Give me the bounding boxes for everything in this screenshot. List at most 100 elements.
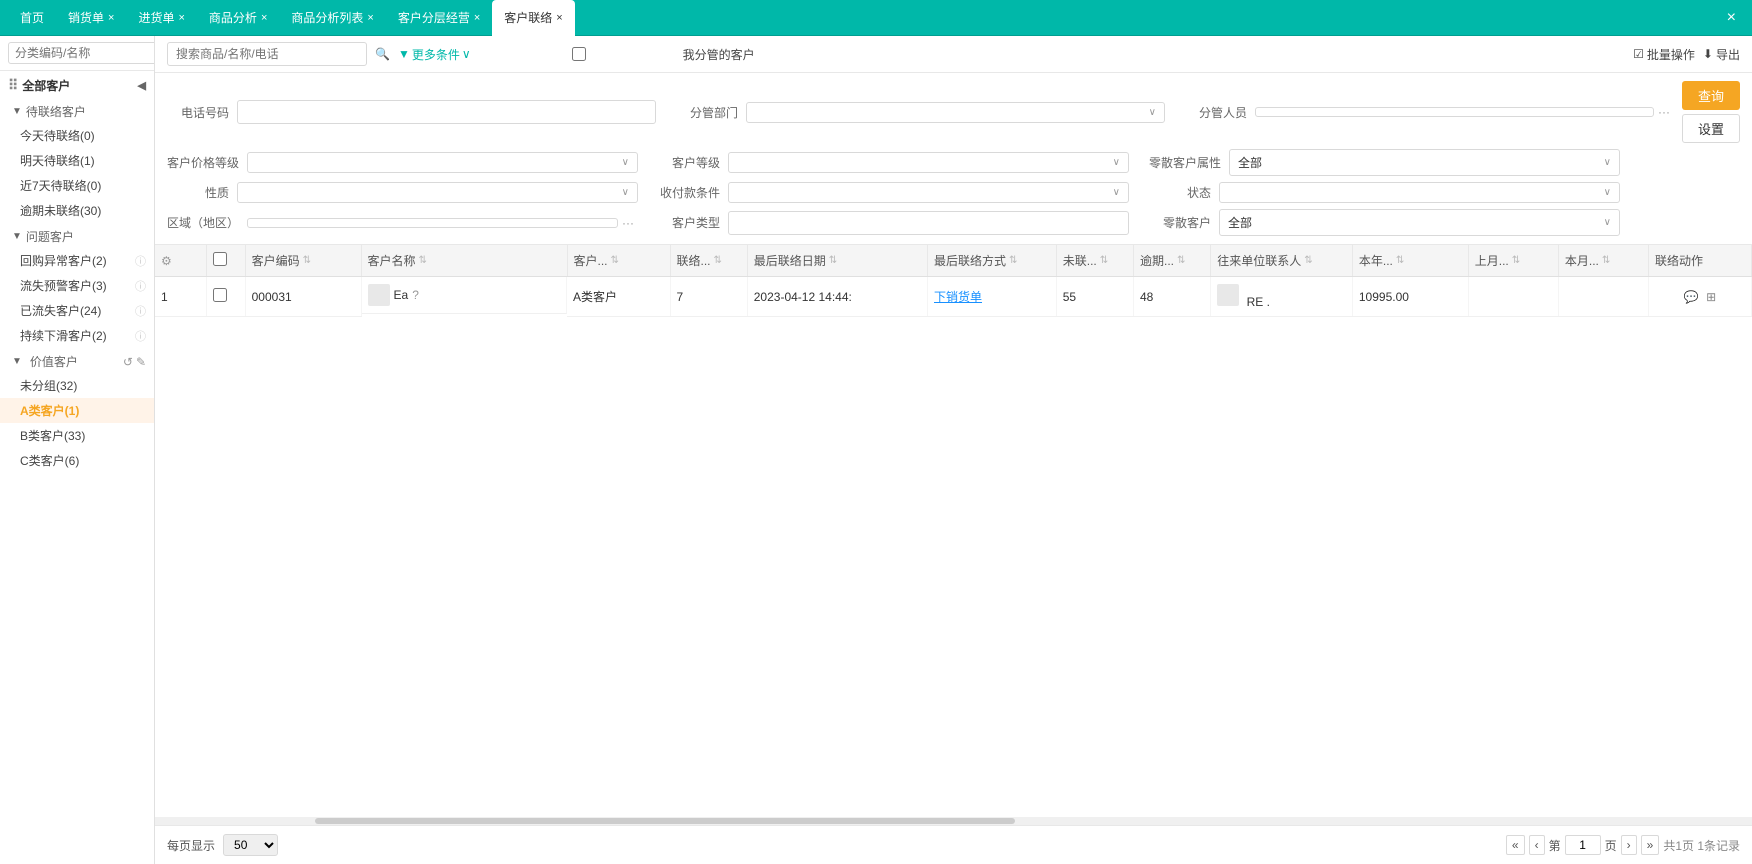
nav-purchase[interactable]: 进货单 × (126, 0, 196, 36)
select-all-checkbox[interactable] (213, 252, 227, 266)
row-checkbox[interactable] (213, 288, 227, 302)
lastdate-sort-icon[interactable]: ⇅ (829, 255, 837, 266)
prev-page-btn[interactable]: ‹ (1529, 835, 1545, 855)
my-customers-check[interactable] (479, 47, 679, 61)
next-page-btn[interactable]: › (1621, 835, 1637, 855)
nav-close-customer-tier[interactable]: × (474, 12, 480, 24)
page-number-input[interactable] (1565, 835, 1601, 855)
gear-icon[interactable]: ⚙ (161, 254, 172, 268)
sidebar-item-7days[interactable]: 近7天待联络(0) (0, 173, 154, 198)
close-all-btn[interactable]: × (1719, 9, 1744, 27)
sidebar-item-c-class[interactable]: C类客户(6) (0, 448, 154, 473)
price-grade-select[interactable]: ∨ (247, 152, 638, 173)
payment-select[interactable]: ∨ (728, 182, 1129, 203)
filter-row-2: 客户价格等级 ∨ 客户等级 ∨ 零散客户属性 全部 (167, 149, 1740, 176)
person-select[interactable] (1255, 107, 1654, 117)
type-sort-icon[interactable]: ⇅ (611, 255, 619, 266)
filter-row-1: 电话号码 分管部门 ∨ 分管人员 ··· (167, 81, 1740, 143)
thismonth-sort-icon[interactable]: ⇅ (1602, 255, 1610, 266)
sidebar-item-churned[interactable]: 已流失客户(24) ⓘ (0, 298, 154, 323)
overdue-sort-icon[interactable]: ⇅ (1177, 255, 1185, 266)
lastmonth-sort-icon[interactable]: ⇅ (1512, 255, 1520, 266)
refresh-icon[interactable]: ↺ (123, 355, 133, 369)
region-dots[interactable]: ··· (618, 216, 638, 230)
region-select[interactable] (247, 218, 618, 228)
sidebar-section-value[interactable]: ▼ 价值客户 ↺ ✎ (0, 348, 154, 373)
sidebar-section-problem[interactable]: ▼ 问题客户 (0, 223, 154, 248)
customer-grade-select[interactable]: ∨ (728, 152, 1129, 173)
qr-icon[interactable]: ⊞ (1706, 290, 1716, 304)
sidebar-all-customers[interactable]: ⠿ 全部客户 ◀ (0, 71, 154, 98)
phone-input[interactable] (237, 100, 656, 124)
sidebar-item-a-class[interactable]: A类客户(1) (0, 398, 154, 423)
sidebar-item-overdue[interactable]: 逾期未联络(30) (0, 198, 154, 223)
batch-ops-btn[interactable]: ☑ 批量操作 (1633, 46, 1695, 63)
settings-btn[interactable]: 设置 (1682, 114, 1740, 143)
filter-cell-person: 分管人员 ··· (1165, 104, 1674, 121)
customer-avatar (368, 284, 390, 306)
nav-customer-contact[interactable]: 客户联络 × (492, 0, 574, 36)
edit-icon[interactable]: ✎ (136, 355, 146, 369)
dept-select-arrow: ∨ (1149, 107, 1156, 118)
first-page-btn[interactable]: « (1506, 835, 1525, 855)
customer-type-input[interactable] (728, 211, 1129, 235)
action-buttons: 查询 设置 (1674, 81, 1740, 143)
scrollbar-thumb[interactable] (315, 818, 1015, 824)
nature-select[interactable]: ∨ (237, 182, 638, 203)
customer-grade-label: 客户等级 (658, 154, 728, 171)
dept-select[interactable]: ∨ (746, 102, 1165, 123)
sidebar-item-repurchase[interactable]: 回购异常客户(2) ⓘ (0, 248, 154, 273)
filter-cell-customer-type: 客户类型 (638, 211, 1129, 235)
cell-contact: 7 (670, 277, 747, 317)
top-nav: 首页 销货单 × 进货单 × 商品分析 × 商品分析列表 × 客户分层经营 × … (0, 0, 1752, 36)
sidebar-collapse-btn[interactable]: ◀ (138, 79, 146, 92)
code-sort-icon[interactable]: ⇅ (303, 255, 311, 266)
table-area: ⚙ 客户编码 ⇅ 客户名称 (155, 245, 1752, 817)
sidebar-section-pending[interactable]: ▼ 待联络客户 (0, 98, 154, 123)
price-grade-arrow: ∨ (622, 157, 629, 168)
per-page-select[interactable]: 50 100 200 (223, 834, 278, 856)
nav-analysis[interactable]: 商品分析 × (197, 0, 279, 36)
export-btn[interactable]: ⬇ 导出 (1703, 46, 1740, 63)
region-label: 区域（地区） (167, 214, 247, 231)
nav-close-sales[interactable]: × (108, 12, 114, 24)
sidebar-item-churn-warn[interactable]: 流失预警客户(3) ⓘ (0, 273, 154, 298)
nav-close-purchase[interactable]: × (178, 12, 184, 24)
retail-label: 零散客户 (1149, 214, 1219, 231)
search-input[interactable] (167, 42, 367, 66)
lastmethod-sort-icon[interactable]: ⇅ (1009, 255, 1017, 266)
my-customers-checkbox[interactable]: 我分管的客户 (479, 46, 755, 63)
sidebar-item-tomorrow[interactable]: 明天待联络(1) (0, 148, 154, 173)
nav-sales[interactable]: 销货单 × (56, 0, 126, 36)
status-select[interactable]: ∨ (1219, 182, 1620, 203)
sidebar-item-b-class[interactable]: B类客户(33) (0, 423, 154, 448)
nav-customer-tier[interactable]: 客户分层经营 × (386, 0, 492, 36)
sidebar-item-today[interactable]: 今天待联络(0) (0, 123, 154, 148)
name-sort-icon[interactable]: ⇅ (419, 255, 427, 266)
chat-icon[interactable]: 💬 (1684, 290, 1699, 304)
nav-close-analysis-list[interactable]: × (367, 12, 373, 24)
last-method-link[interactable]: 下销货单 (934, 290, 982, 304)
sidebar-search-input[interactable] (8, 42, 155, 64)
more-filters-btn[interactable]: ▼ 更多条件 ∨ (398, 46, 471, 63)
contact-sort-icon[interactable]: ⇅ (714, 255, 722, 266)
retail-select[interactable]: 全部 ∨ (1219, 209, 1620, 236)
thisyear-sort-icon[interactable]: ⇅ (1396, 255, 1404, 266)
nav-home[interactable]: 首页 (8, 0, 56, 36)
last-page-btn[interactable]: » (1641, 835, 1660, 855)
query-btn[interactable]: 查询 (1682, 81, 1740, 110)
col-checkbox-header (207, 245, 246, 277)
retail-attr-select[interactable]: 全部 ∨ (1229, 149, 1620, 176)
notlinked-sort-icon[interactable]: ⇅ (1100, 255, 1108, 266)
sidebar-item-declining[interactable]: 持续下滑客户(2) ⓘ (0, 323, 154, 348)
filter-cell-phone: 电话号码 (167, 100, 656, 124)
nav-close-customer-contact[interactable]: × (556, 12, 562, 24)
nav-close-analysis[interactable]: × (261, 12, 267, 24)
person-dots[interactable]: ··· (1654, 105, 1674, 119)
horizontal-scrollbar[interactable] (155, 817, 1752, 825)
unitcontact-sort-icon[interactable]: ⇅ (1304, 255, 1312, 266)
nav-analysis-list[interactable]: 商品分析列表 × (279, 0, 385, 36)
sidebar-item-ungrouped[interactable]: 未分组(32) (0, 373, 154, 398)
search-button[interactable]: 🔍 (375, 47, 390, 61)
table-footer: 每页显示 50 100 200 « ‹ 第 页 › » 共1页 1条记录 (155, 825, 1752, 864)
